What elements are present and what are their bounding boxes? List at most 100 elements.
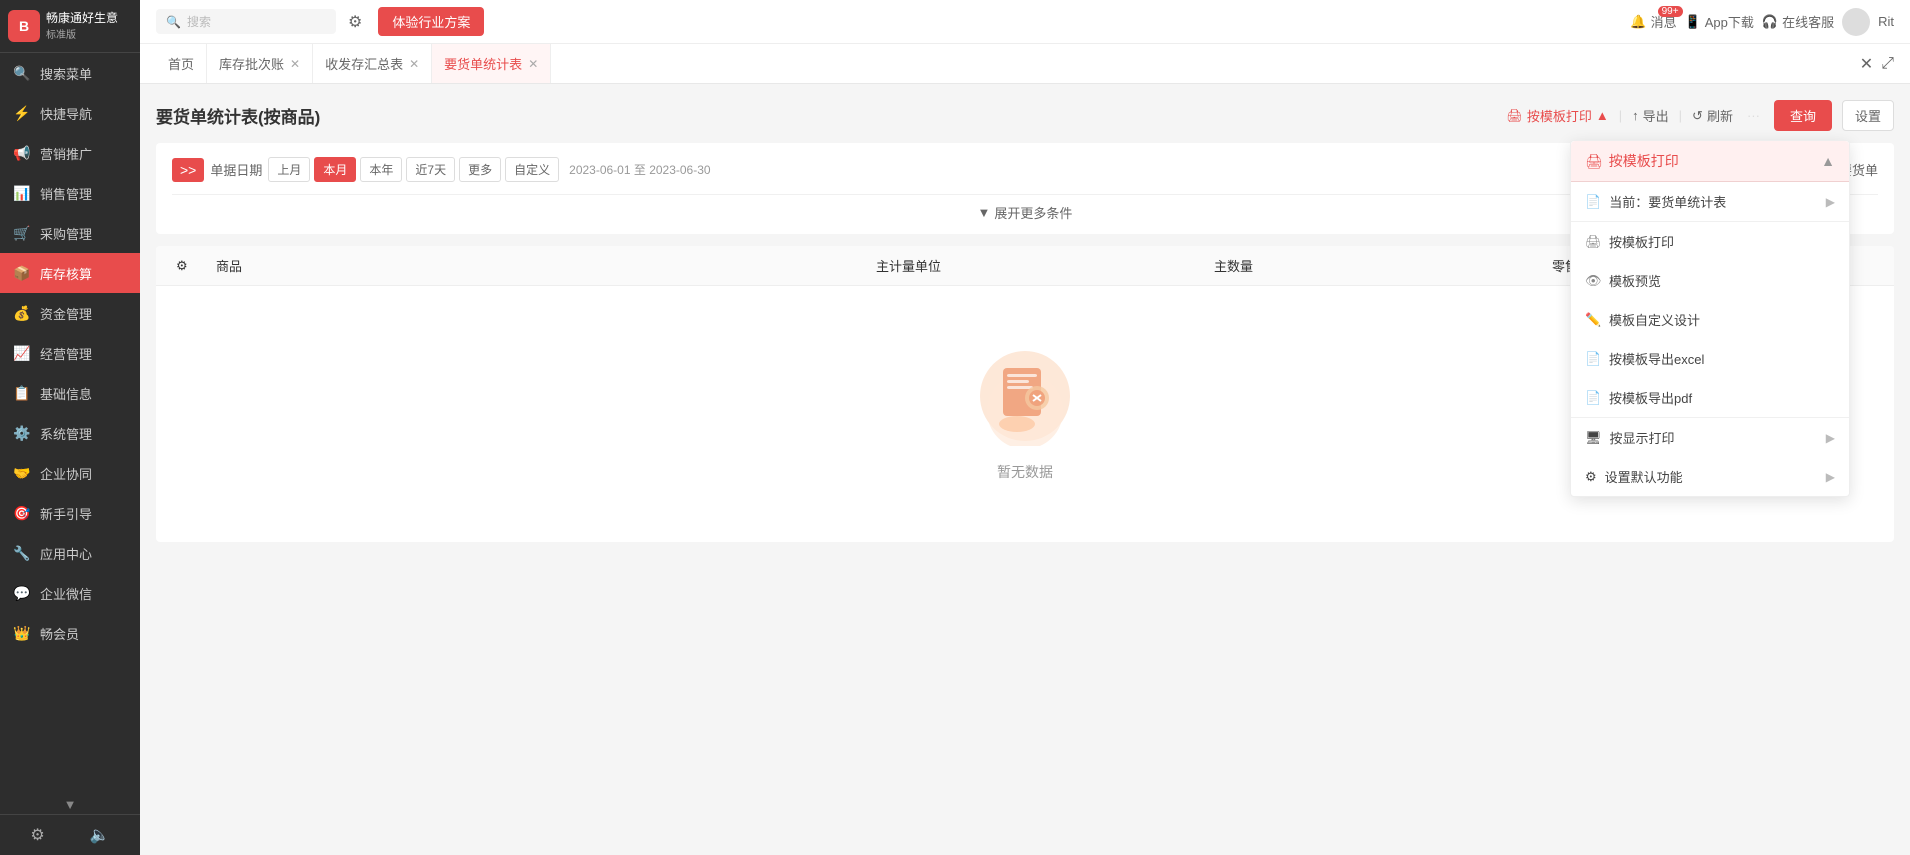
date-btn-this-month[interactable]: 本月 <box>314 157 356 182</box>
notification-btn[interactable]: 🔔 消息 99+ <box>1630 12 1676 31</box>
sidebar-item-inventory[interactable]: 📦 库存核算 <box>0 253 140 293</box>
cart-icon: 🛒 <box>12 223 32 243</box>
sidebar-item-basic[interactable]: 📋 基础信息 <box>0 373 140 413</box>
money-icon: 💰 <box>12 303 32 323</box>
sidebar-label: 畅会员 <box>40 624 128 643</box>
online-service-btn[interactable]: 🎧 在线客服 <box>1762 12 1834 31</box>
template-pdf-label: 按模板导出pdf <box>1609 388 1692 407</box>
dropdown-current-item[interactable]: 📄 当前：要货单统计表 ▶ <box>1571 182 1849 221</box>
date-filter-label: 单据日期 <box>210 160 262 179</box>
current-label: 📄 当前：要货单统计表 <box>1585 192 1726 211</box>
sidebar-item-member[interactable]: 👑 畅会员 <box>0 613 140 653</box>
set-default-text: 设置默认功能 <box>1605 467 1683 486</box>
target-icon: 🎯 <box>12 503 32 523</box>
headset-icon: 🎧 <box>1762 14 1778 30</box>
refresh-button[interactable]: ↺ 刷新 <box>1692 106 1733 125</box>
search-placeholder: 搜索 <box>187 13 211 30</box>
dropdown-template-pdf[interactable]: 📄 按模板导出pdf <box>1571 378 1849 417</box>
topbar-actions: 🔔 消息 99+ 📱 App下载 🎧 在线客服 Rit <box>1630 8 1894 36</box>
topbar-gear-icon[interactable]: ⚙ <box>348 12 362 32</box>
expand-icon: ▼ <box>978 205 991 220</box>
app-download-label: App下载 <box>1705 12 1754 31</box>
file-icon: 📄 <box>1585 194 1601 210</box>
divider: ··· <box>1747 108 1760 123</box>
username-label: Rit <box>1878 14 1894 29</box>
template-excel-label: 按模板导出excel <box>1609 349 1704 368</box>
tab-close-icon[interactable]: ✕ <box>409 57 419 71</box>
window-close-btn[interactable]: ✕ <box>1860 54 1873 74</box>
date-btn-this-year[interactable]: 本年 <box>360 157 402 182</box>
dropdown-set-default[interactable]: ⚙ 设置默认功能 ▶ <box>1571 457 1849 496</box>
date-btn-prev-month[interactable]: 上月 <box>268 157 310 182</box>
dropdown-close-btn[interactable]: ▲ <box>1821 153 1835 169</box>
sidebar-label: 快捷导航 <box>40 104 128 123</box>
tab-close-icon[interactable]: ✕ <box>528 57 538 71</box>
sidebar-item-coop[interactable]: 🤝 企业协同 <box>0 453 140 493</box>
search-icon: 🔍 <box>166 15 181 29</box>
sidebar-item-system[interactable]: ⚙️ 系统管理 <box>0 413 140 453</box>
settings-button[interactable]: 设置 <box>1842 100 1894 131</box>
divider: | <box>1679 108 1682 123</box>
avatar[interactable] <box>1842 8 1870 36</box>
dropdown-title-label: 按模板打印 <box>1609 151 1679 171</box>
display-print-label: 🖥 按显示打印 <box>1585 428 1675 447</box>
tab-order-stats[interactable]: 要货单统计表 ✕ <box>432 44 551 83</box>
topbar-search[interactable]: 🔍 搜索 <box>156 9 336 34</box>
date-btn-more[interactable]: 更多 <box>459 157 501 182</box>
date-range-display: 2023-06-01 至 2023-06-30 <box>569 161 710 178</box>
app-name: 畅康通好生意 <box>46 11 118 27</box>
date-btn-custom[interactable]: 自定义 <box>505 157 559 182</box>
window-maximize-btn[interactable]: ⤢ <box>1881 55 1894 73</box>
expand-label: 展开更多条件 <box>994 203 1072 222</box>
tab-home-label: 首页 <box>168 54 194 73</box>
date-btn-7days[interactable]: 近7天 <box>406 157 455 182</box>
tab-close-icon[interactable]: ✕ <box>290 57 300 71</box>
crown-icon: 👑 <box>12 623 32 643</box>
pdf-icon: 📄 <box>1585 390 1601 406</box>
printer-icon: 🖨 <box>1585 234 1601 250</box>
dropdown-header: 🖨 按模板打印 ▲ <box>1571 141 1849 182</box>
sidebar-item-finance[interactable]: 💰 资金管理 <box>0 293 140 333</box>
sidebar: B 畅康通好生意 标准版 🔍 搜索菜单 ⚡ 快捷导航 📢 营销推广 📊 销售管理… <box>0 0 140 855</box>
print-template-button[interactable]: 🖨 按模板打印 ▲ <box>1506 106 1608 125</box>
bell-icon: 🔔 <box>1630 14 1646 30</box>
sidebar-scroll-down[interactable]: ▼ <box>0 794 140 814</box>
filter-expand-toggle[interactable]: >> <box>172 158 204 182</box>
tab-order-stats-label: 要货单统计表 <box>444 54 522 73</box>
sidebar-item-purchase[interactable]: 🛒 采购管理 <box>0 213 140 253</box>
sidebar-item-operation[interactable]: 📈 经营管理 <box>0 333 140 373</box>
tab-inventory-batch[interactable]: 库存批次账 ✕ <box>207 44 313 83</box>
megaphone-icon: 📢 <box>12 143 32 163</box>
sidebar-item-marketing[interactable]: 📢 营销推广 <box>0 133 140 173</box>
settings-icon[interactable]: ⚙ <box>30 825 44 845</box>
expand-more-button[interactable]: ▼ 展开更多条件 <box>978 203 1073 222</box>
sidebar-item-search[interactable]: 🔍 搜索菜单 <box>0 53 140 93</box>
experience-button[interactable]: 体验行业方案 <box>378 7 484 36</box>
sidebar-item-nav[interactable]: ⚡ 快捷导航 <box>0 93 140 133</box>
tab-summary[interactable]: 收发存汇总表 ✕ <box>313 44 432 83</box>
sidebar-item-guide[interactable]: 🎯 新手引导 <box>0 493 140 533</box>
query-button[interactable]: 查询 <box>1774 100 1832 131</box>
dropdown-template-excel[interactable]: 📄 按模板导出excel <box>1571 339 1849 378</box>
download-icon: 📱 <box>1685 14 1701 30</box>
app-download-btn[interactable]: 📱 App下载 <box>1685 12 1754 31</box>
empty-illustration <box>975 346 1075 446</box>
sidebar-item-sales[interactable]: 📊 销售管理 <box>0 173 140 213</box>
sidebar-item-wechat[interactable]: 💬 企业微信 <box>0 573 140 613</box>
sidebar-footer: ⚙ 🔈 <box>0 814 140 855</box>
tab-inventory-batch-label: 库存批次账 <box>219 54 284 73</box>
tab-home[interactable]: 首页 <box>156 44 207 83</box>
sidebar-item-app[interactable]: 🔧 应用中心 <box>0 533 140 573</box>
sidebar-nav: 🔍 搜索菜单 ⚡ 快捷导航 📢 营销推广 📊 销售管理 🛒 采购管理 📦 库存核… <box>0 53 140 794</box>
dropdown-template-print[interactable]: 🖨 按模板打印 <box>1571 222 1849 261</box>
export-icon: ↑ <box>1632 108 1639 123</box>
export-button[interactable]: ↑ 导出 <box>1632 106 1669 125</box>
dropdown-display-print[interactable]: 🖥 按显示打印 ▶ <box>1571 418 1849 457</box>
dropdown-template-preview[interactable]: 👁 模板预览 <box>1571 261 1849 300</box>
refresh-icon: ↺ <box>1692 108 1703 124</box>
dropdown-template-design[interactable]: ✏️ 模板自定义设计 <box>1571 300 1849 339</box>
tab-summary-label: 收发存汇总表 <box>325 54 403 73</box>
excel-icon: 📄 <box>1585 351 1601 367</box>
settings-icon[interactable]: ⚙ <box>176 258 188 273</box>
volume-icon[interactable]: 🔈 <box>90 825 110 845</box>
